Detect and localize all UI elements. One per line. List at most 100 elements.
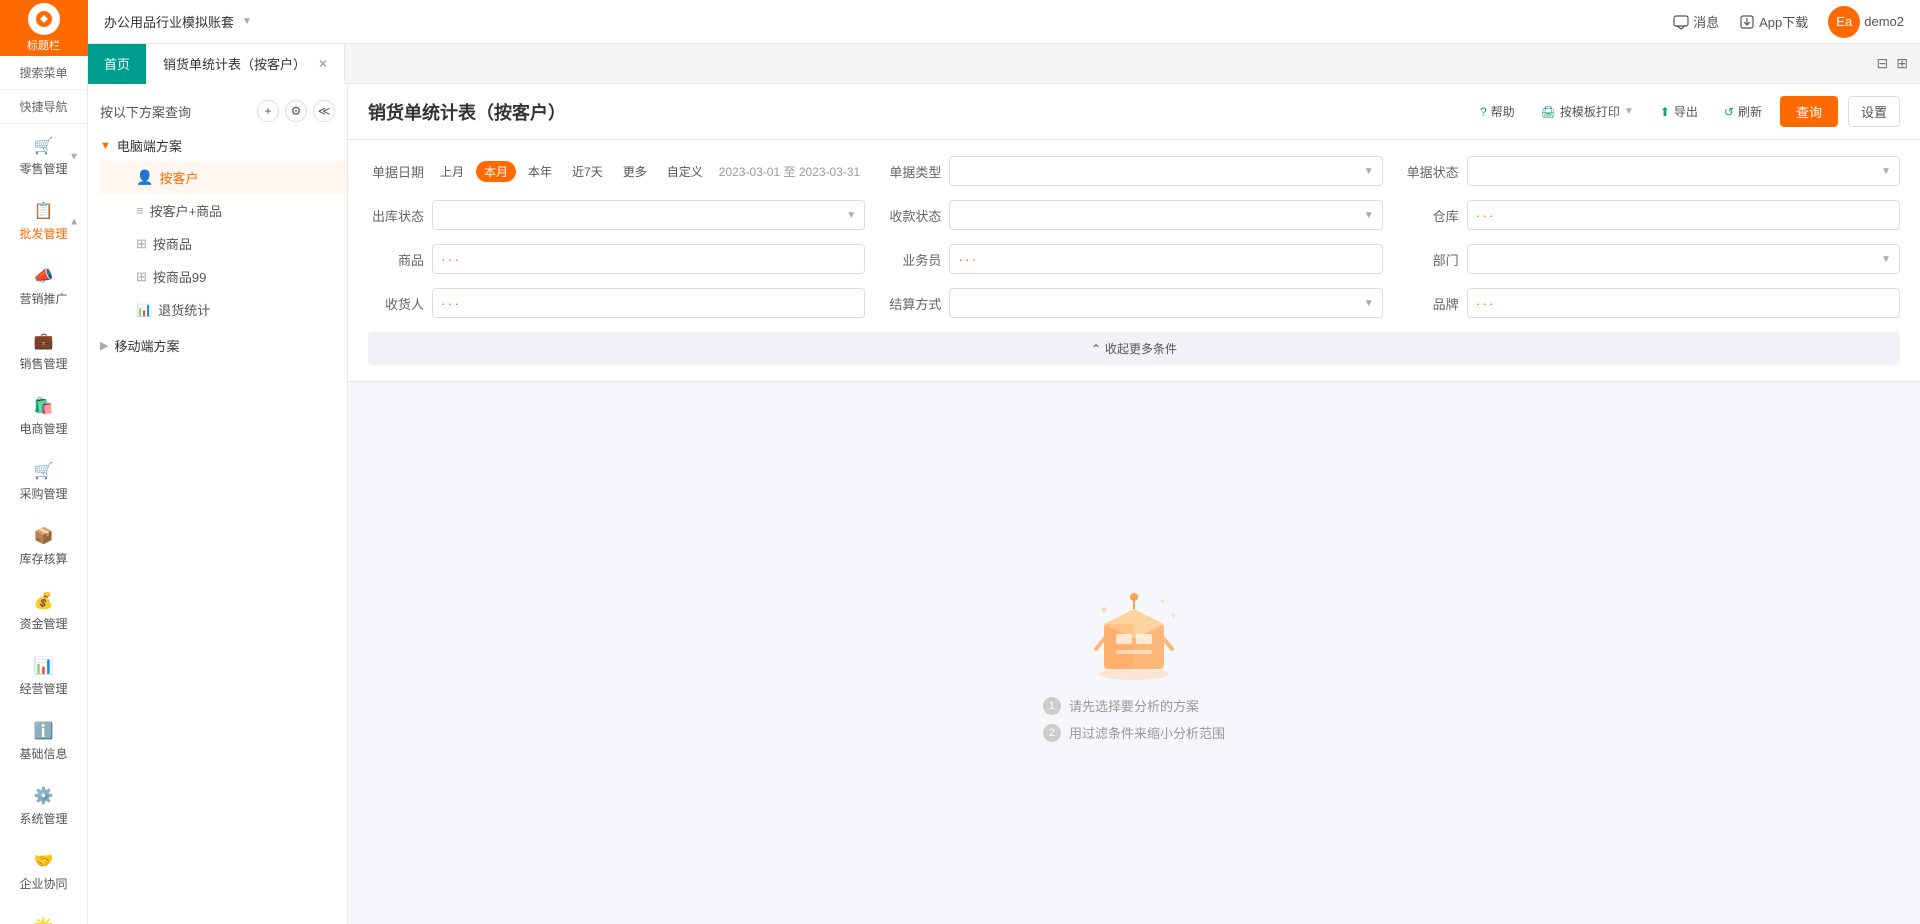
sidebar-item-label: 营销推广 xyxy=(19,290,67,307)
warehouse-input[interactable]: ··· xyxy=(1467,200,1900,230)
doc-type-input[interactable]: ▼ xyxy=(949,156,1382,186)
scheme-collapse-button[interactable]: ≪ xyxy=(313,100,335,122)
filter-settlement: 结算方式 ▼ xyxy=(885,288,1382,318)
product-icon: ⊞ xyxy=(136,236,147,252)
doc-status-input[interactable]: ▼ xyxy=(1467,156,1900,186)
print-button[interactable]: 🖨 按模板打印 ▼ xyxy=(1533,99,1642,124)
empty-state: ✦ ✦ ✦ 1 请先选择要分析的方案 2 用过滤条件来缩小分析范围 xyxy=(348,382,1920,924)
user-name: demo2 xyxy=(1864,14,1904,29)
sidebar-item-newbie[interactable]: 🌟 新手引导 xyxy=(0,904,87,924)
avatar: Ea xyxy=(1828,6,1860,38)
sidebar-item-inventory[interactable]: 📦 库存核算 xyxy=(0,514,87,579)
header-title-area: 办公用品行业模拟账套 ▼ xyxy=(104,12,252,31)
tab-home-label: 首页 xyxy=(104,54,130,73)
scheme-group-mobile-header[interactable]: ▶ 移动端方案 xyxy=(88,330,347,361)
product-99-icon: ⊞ xyxy=(136,269,147,285)
scheme-edit-button[interactable]: ⚙ xyxy=(285,100,307,122)
scheme-item-by-customer-product[interactable]: ≡ 按客户+商品 xyxy=(100,194,347,227)
export-button[interactable]: ⬆ 导出 xyxy=(1652,99,1706,124)
page-title: 销货单统计表（按客户） xyxy=(368,99,566,125)
custom-btn[interactable]: 自定义 xyxy=(659,161,711,182)
scheme-item-return-stats[interactable]: 📊 退货统计 xyxy=(100,293,347,326)
quick-nav-label[interactable]: 快捷导航 xyxy=(19,100,67,114)
tab-minimize-icon[interactable]: ⊟ xyxy=(1877,55,1889,72)
collapse-button[interactable]: ⌃ 收起更多条件 xyxy=(368,332,1900,365)
settings-button[interactable]: 设置 xyxy=(1848,96,1900,127)
sidebar-item-operations[interactable]: 📊 经营管理 xyxy=(0,644,87,709)
export-icon: ⬆ xyxy=(1660,105,1670,119)
tab-home[interactable]: 首页 xyxy=(88,44,147,84)
tab-maximize-icon[interactable]: ⊞ xyxy=(1896,55,1908,72)
tab-sales-stats[interactable]: 销货单统计表（按客户） ✕ xyxy=(147,44,345,84)
last-month-btn[interactable]: 上月 xyxy=(432,161,472,182)
ecommerce-icon: 🛍️ xyxy=(34,396,54,416)
salesperson-dots: ··· xyxy=(958,251,978,267)
consignee-input[interactable]: ··· xyxy=(432,288,865,318)
last-7-days-btn[interactable]: 近7天 xyxy=(564,161,611,182)
scheme-header: 按以下方案查询 + ⚙ ≪ xyxy=(88,92,347,130)
collapse-label: 收起更多条件 xyxy=(1105,340,1177,357)
doc-status-dropdown-icon: ▼ xyxy=(1881,166,1891,177)
department-input[interactable]: ▼ xyxy=(1467,244,1900,274)
svg-text:✦: ✦ xyxy=(1169,611,1177,622)
delivery-input[interactable]: ▼ xyxy=(432,200,865,230)
empty-hint-2: 2 用过滤条件来缩小分析范围 xyxy=(1043,723,1225,742)
scheme-item-by-product-99-label: 按商品99 xyxy=(153,267,206,286)
sidebar-item-basic[interactable]: ℹ️ 基础信息 xyxy=(0,709,87,774)
purchase-icon: 🛒 xyxy=(34,461,54,481)
scheme-add-button[interactable]: + xyxy=(257,100,279,122)
filter-delivery: 出库状态 ▼ xyxy=(368,200,865,230)
this-month-btn[interactable]: 本月 xyxy=(476,161,516,182)
refresh-button[interactable]: ↺ 刷新 xyxy=(1716,99,1770,124)
brand-label: 品牌 xyxy=(1403,294,1459,313)
salesperson-input[interactable]: ··· xyxy=(949,244,1382,274)
logo-text: 标题栏 xyxy=(27,37,60,53)
operations-icon: 📊 xyxy=(34,656,54,676)
sales-icon: 💼 xyxy=(34,331,54,351)
payment-input[interactable]: ▼ xyxy=(949,200,1382,230)
help-icon: ? xyxy=(1480,105,1487,119)
user-avatar[interactable]: Ea demo2 xyxy=(1828,6,1904,38)
tab-close-button[interactable]: ✕ xyxy=(318,57,328,71)
sidebar-item-label: 系统管理 xyxy=(19,810,67,827)
print-label: 按模板打印 xyxy=(1560,103,1620,120)
message-button[interactable]: 消息 xyxy=(1673,12,1719,31)
filter-row-4: 收货人 ··· 结算方式 ▼ xyxy=(368,288,1900,318)
filter-product: 商品 ··· xyxy=(368,244,865,274)
scheme-item-by-customer[interactable]: 👤 按客户 xyxy=(100,161,347,194)
product-input[interactable]: ··· xyxy=(432,244,865,274)
scheme-item-by-product-label: 按商品 xyxy=(153,234,192,253)
sidebar-item-finance[interactable]: 💰 资金管理 xyxy=(0,579,87,644)
app-logo[interactable]: 标题栏 xyxy=(0,0,88,56)
doc-type-dropdown-icon: ▼ xyxy=(1364,166,1374,177)
sidebar-item-purchase[interactable]: 🛒 采购管理 xyxy=(0,449,87,514)
help-button[interactable]: ? 帮助 xyxy=(1472,99,1523,124)
app-download-button[interactable]: App下载 xyxy=(1739,12,1808,31)
customer-product-icon: ≡ xyxy=(136,203,144,218)
sidebar-item-wholesale[interactable]: 📋 批发管理 ▲ xyxy=(0,189,87,254)
filter-area: 单据日期 上月 本月 本年 近7天 更多 自定义 2023-03-01 至 20… xyxy=(348,140,1920,382)
sidebar-item-marketing[interactable]: 📣 营销推广 xyxy=(0,254,87,319)
sidebar-item-ecommerce[interactable]: 🛍️ 电商管理 xyxy=(0,384,87,449)
scheme-group-pc-header[interactable]: ▼ 电脑端方案 xyxy=(88,130,347,161)
search-menu-label[interactable]: 搜索菜单 xyxy=(19,66,67,80)
scheme-item-by-product-99[interactable]: ⊞ 按商品99 xyxy=(100,260,347,293)
filter-date: 单据日期 上月 本月 本年 近7天 更多 自定义 2023-03-01 至 20… xyxy=(368,161,865,182)
sidebar-item-retail[interactable]: 🛒 零售管理 ▼ xyxy=(0,124,87,189)
logo-icon xyxy=(28,3,60,35)
query-button[interactable]: 查询 xyxy=(1780,96,1838,127)
sidebar-item-sales[interactable]: 💼 销售管理 xyxy=(0,319,87,384)
search-menu[interactable]: 搜索菜单 xyxy=(0,56,87,90)
settlement-input[interactable]: ▼ xyxy=(949,288,1382,318)
brand-input[interactable]: ··· xyxy=(1467,288,1900,318)
scheme-item-by-product[interactable]: ⊞ 按商品 xyxy=(100,227,347,260)
quick-nav[interactable]: 快捷导航 xyxy=(0,90,87,124)
sidebar-item-enterprise[interactable]: 🤝 企业协同 xyxy=(0,839,87,904)
sidebar-item-system[interactable]: ⚙️ 系统管理 xyxy=(0,774,87,839)
refresh-icon: ↺ xyxy=(1724,105,1734,119)
this-year-btn[interactable]: 本年 xyxy=(520,161,560,182)
sidebar-nav: 🛒 零售管理 ▼ 📋 批发管理 ▲ 📣 营销推广 💼 销售管理 🛍️ 电商管理 … xyxy=(0,124,87,924)
more-btn[interactable]: 更多 xyxy=(615,161,655,182)
app-download-label: App下载 xyxy=(1759,12,1808,31)
title-dropdown-icon[interactable]: ▼ xyxy=(242,16,252,27)
